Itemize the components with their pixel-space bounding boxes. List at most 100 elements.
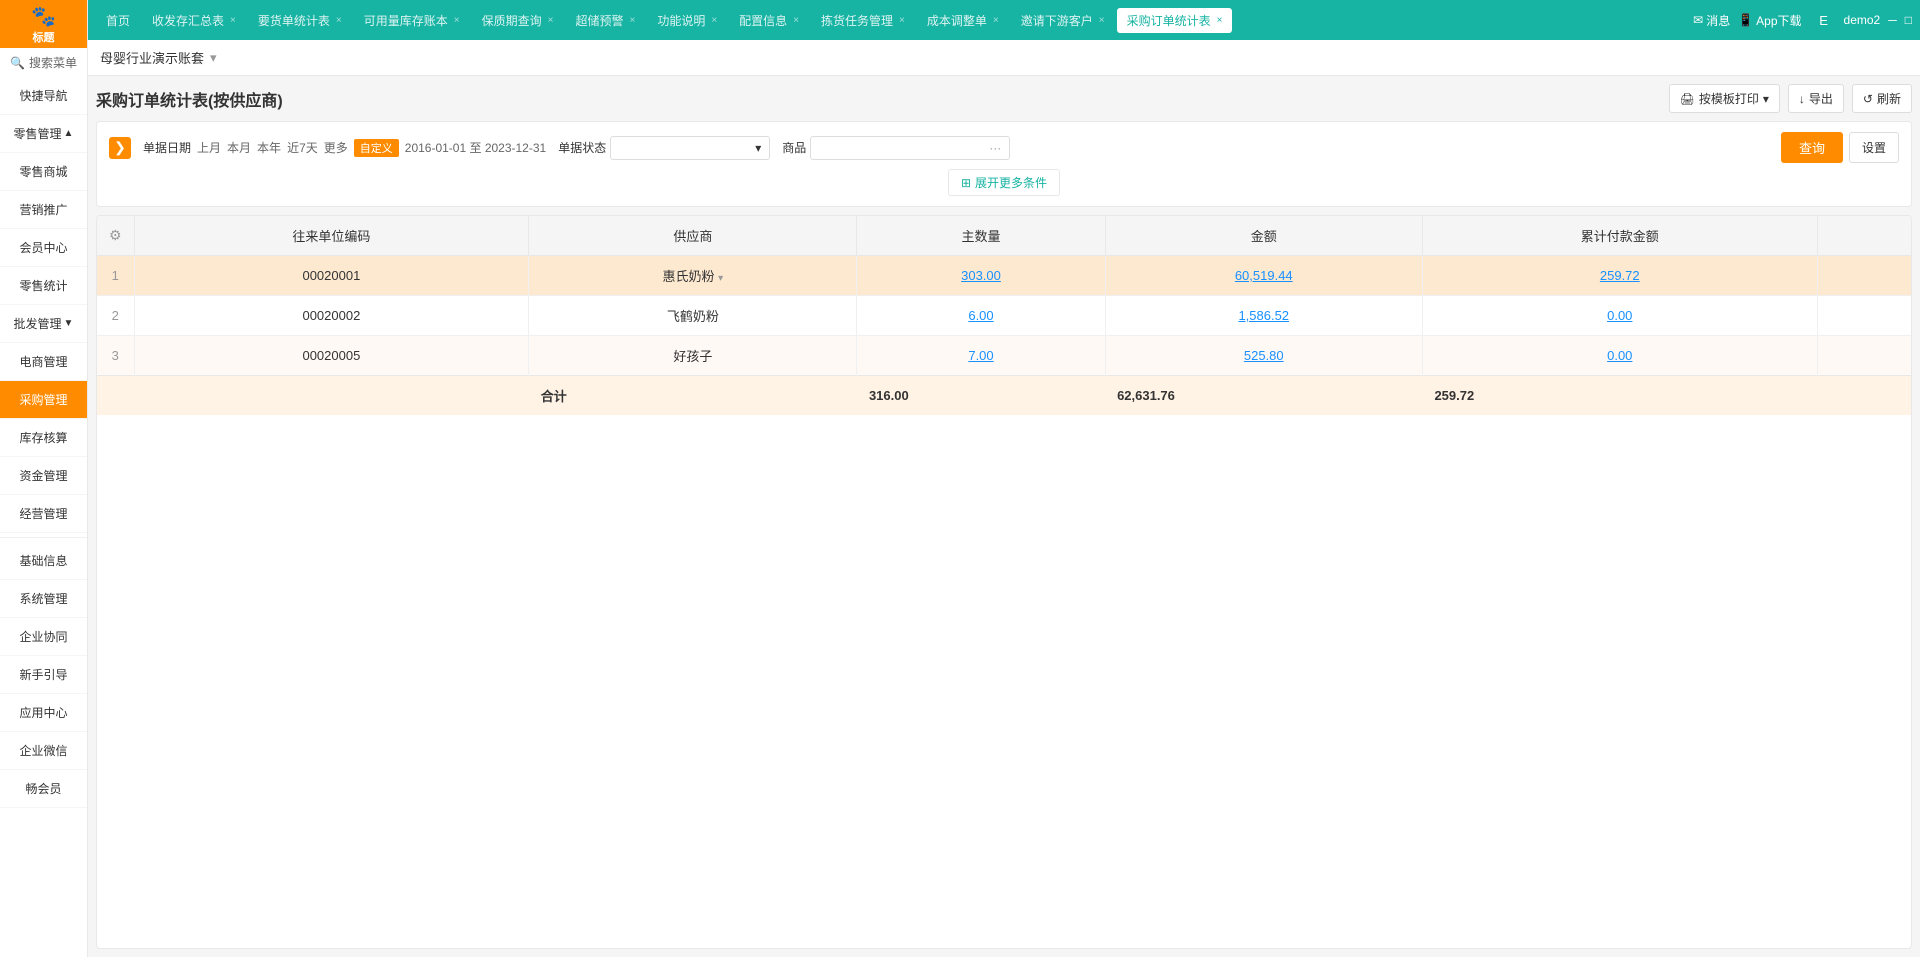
sidebar-item-member[interactable]: 会员中心 — [0, 229, 87, 267]
tab-purchase-summary[interactable]: 采购订单统计表 × — [1117, 8, 1233, 33]
tab-pick-task[interactable]: 拣货任务管理 × — [811, 8, 915, 33]
page-content: 采购订单统计表(按供应商) 🖨 按模板打印 ▾ ↓ 导出 ↺ 刷新 — [88, 76, 1920, 957]
shortcut-last-month[interactable]: 上月 — [197, 139, 221, 157]
tab-expiry-query-close[interactable]: × — [548, 15, 554, 26]
tab-pick-task-close[interactable]: × — [899, 15, 905, 26]
app-download-label: App下载 — [1756, 12, 1801, 29]
tab-invite-downstream[interactable]: 邀请下游客户 × — [1011, 8, 1115, 33]
export-button[interactable]: ↓ 导出 — [1788, 84, 1844, 113]
user-name-label: demo2 — [1844, 13, 1881, 27]
table-container: ⚙ 往来单位编码 供应商 主数量 金额 累计付款金额 1 00020001 — [96, 215, 1912, 949]
tab-func-desc-label: 功能说明 — [657, 12, 705, 29]
row-paid: 259.72 — [1422, 256, 1817, 296]
tab-config-info[interactable]: 配置信息 × — [729, 8, 809, 33]
minimize-button[interactable]: ─ — [1888, 13, 1897, 27]
sidebar-item-retail[interactable]: 零售管理 ▲ — [0, 115, 87, 153]
tab-cost-adjust[interactable]: 成本调整单 × — [917, 8, 1009, 33]
data-table: ⚙ 往来单位编码 供应商 主数量 金额 累计付款金额 1 00020001 — [97, 216, 1911, 415]
filter-date-label: 单据日期 — [143, 139, 191, 156]
shortcut-7days[interactable]: 近7天 — [287, 139, 318, 157]
filter-toggle-button[interactable]: ❯ — [109, 137, 131, 159]
tab-invite-downstream-close[interactable]: × — [1099, 15, 1105, 26]
maximize-button[interactable]: □ — [1905, 13, 1912, 27]
sidebar: 🐾 标题 🔍 搜索菜单 快捷导航 零售管理 ▲ 零售商城 营销推广 会员中心 零… — [0, 0, 88, 957]
sidebar-item-inventory[interactable]: 库存核算 — [0, 419, 87, 457]
filter-expand-row: ⊞ 展开更多条件 — [109, 169, 1899, 196]
sidebar-item-finance[interactable]: 资金管理 — [0, 457, 87, 495]
row-supplier: 惠氏奶粉 ▾ — [529, 256, 857, 296]
filter-row-main: ❯ 单据日期 上月 本月 本年 近7天 更多 自定义 2016-01-01 至 … — [109, 132, 1899, 163]
sidebar-item-search[interactable]: 🔍 搜索菜单 — [0, 48, 87, 77]
tab-overstock-warning-close[interactable]: × — [629, 15, 635, 26]
expand-button[interactable]: ⊞ 展开更多条件 — [948, 169, 1060, 196]
sidebar-item-purchase[interactable]: 采购管理 — [0, 381, 87, 419]
page-actions: 🖨 按模板打印 ▾ ↓ 导出 ↺ 刷新 — [1669, 84, 1912, 113]
tab-inventory-ledger-close[interactable]: × — [454, 15, 460, 26]
row-qty: 6.00 — [857, 296, 1105, 336]
tab-config-info-close[interactable]: × — [793, 15, 799, 26]
print-button[interactable]: 🖨 按模板打印 ▾ — [1669, 84, 1780, 113]
sidebar-item-quick-nav[interactable]: 快捷导航 — [0, 77, 87, 115]
tab-purchase-summary-close[interactable]: × — [1217, 15, 1223, 26]
tab-goods-summary[interactable]: 要货单统计表 × — [248, 8, 352, 33]
filter-status-label: 单据状态 — [558, 139, 606, 156]
table-row[interactable]: 1 00020001 惠氏奶粉 ▾ 303.00 60,519.44 259.7… — [97, 256, 1911, 296]
filter-query-actions: 查询 设置 — [1781, 132, 1899, 163]
sidebar-item-system[interactable]: 系统管理 — [0, 580, 87, 618]
sidebar-item-app-center[interactable]: 应用中心 — [0, 694, 87, 732]
tab-receive-summary-label: 收发存汇总表 — [152, 12, 224, 29]
page-titlebar: 采购订单统计表(按供应商) 🖨 按模板打印 ▾ ↓ 导出 ↺ 刷新 — [96, 84, 1912, 113]
message-button[interactable]: ✉ 消息 — [1693, 12, 1730, 29]
workspace-arrow-icon: ▾ — [210, 50, 217, 66]
workspace-selector[interactable]: 母婴行业演示账套 ▾ — [100, 48, 217, 67]
shortcut-more[interactable]: 更多 — [324, 139, 348, 157]
tab-home[interactable]: 首页 — [96, 8, 140, 33]
sidebar-item-guide[interactable]: 新手引导 — [0, 656, 87, 694]
topbar: 首页 收发存汇总表 × 要货单统计表 × 可用量库存账本 × 保质期查询 × 超… — [88, 0, 1920, 40]
table-row[interactable]: 2 00020002 飞鹤奶粉 6.00 1,586.52 0.00 — [97, 296, 1911, 336]
table-settings-icon[interactable]: ⚙ — [109, 227, 122, 243]
logo-text: 标题 — [33, 29, 55, 45]
tab-cost-adjust-close[interactable]: × — [993, 15, 999, 26]
settings-button[interactable]: 设置 — [1849, 132, 1899, 163]
filter-custom-tag[interactable]: 自定义 — [354, 139, 399, 157]
sidebar-item-enterprise[interactable]: 企业协同 — [0, 618, 87, 656]
tab-func-desc[interactable]: 功能说明 × — [647, 8, 727, 33]
sidebar-item-ecommerce[interactable]: 电商管理 — [0, 343, 87, 381]
table-row[interactable]: 3 00020005 好孩子 7.00 525.80 0.00 — [97, 336, 1911, 376]
shortcut-this-year[interactable]: 本年 — [257, 139, 281, 157]
tab-expiry-query[interactable]: 保质期查询 × — [472, 8, 564, 33]
shortcut-this-month[interactable]: 本月 — [227, 139, 251, 157]
row-code: 00020005 — [134, 336, 529, 376]
filter-status-select[interactable]: ▾ — [610, 136, 770, 160]
sidebar-search-label: 搜索菜单 — [29, 54, 77, 71]
query-button[interactable]: 查询 — [1781, 132, 1843, 163]
refresh-label: 刷新 — [1877, 90, 1901, 107]
sidebar-item-member2[interactable]: 畅会员 — [0, 770, 87, 808]
tab-receive-summary[interactable]: 收发存汇总表 × — [142, 8, 246, 33]
sidebar-item-retail-shop[interactable]: 零售商城 — [0, 153, 87, 191]
refresh-button[interactable]: ↺ 刷新 — [1852, 84, 1912, 113]
filter-product-input[interactable]: ··· — [810, 136, 1010, 160]
sidebar-logo: 🐾 标题 — [0, 0, 87, 48]
export-label: 导出 — [1809, 90, 1833, 107]
sidebar-item-marketing[interactable]: 营销推广 — [0, 191, 87, 229]
logo-icon: 🐾 — [31, 4, 56, 29]
tab-func-desc-close[interactable]: × — [711, 15, 717, 26]
tab-inventory-ledger-label: 可用量库存账本 — [364, 12, 448, 29]
sidebar-item-basic[interactable]: 基础信息 — [0, 542, 87, 580]
sidebar-item-retail-stat[interactable]: 零售统计 — [0, 267, 87, 305]
sidebar-item-wholesale[interactable]: 批发管理 ▼ — [0, 305, 87, 343]
tab-goods-summary-label: 要货单统计表 — [258, 12, 330, 29]
sidebar-item-operations[interactable]: 经营管理 — [0, 495, 87, 533]
tab-goods-summary-close[interactable]: × — [336, 15, 342, 26]
tab-receive-summary-close[interactable]: × — [230, 15, 236, 26]
app-download-button[interactable]: 📱 App下载 — [1738, 12, 1801, 29]
wholesale-arrow-icon: ▼ — [64, 318, 74, 329]
tab-inventory-ledger[interactable]: 可用量库存账本 × — [354, 8, 470, 33]
sidebar-item-enterprise-wechat[interactable]: 企业微信 — [0, 732, 87, 770]
user-menu-button[interactable]: E demo2 — [1810, 6, 1881, 34]
col-settings: ⚙ — [97, 216, 134, 256]
message-label: 消息 — [1706, 12, 1730, 29]
tab-overstock-warning[interactable]: 超储预警 × — [565, 8, 645, 33]
